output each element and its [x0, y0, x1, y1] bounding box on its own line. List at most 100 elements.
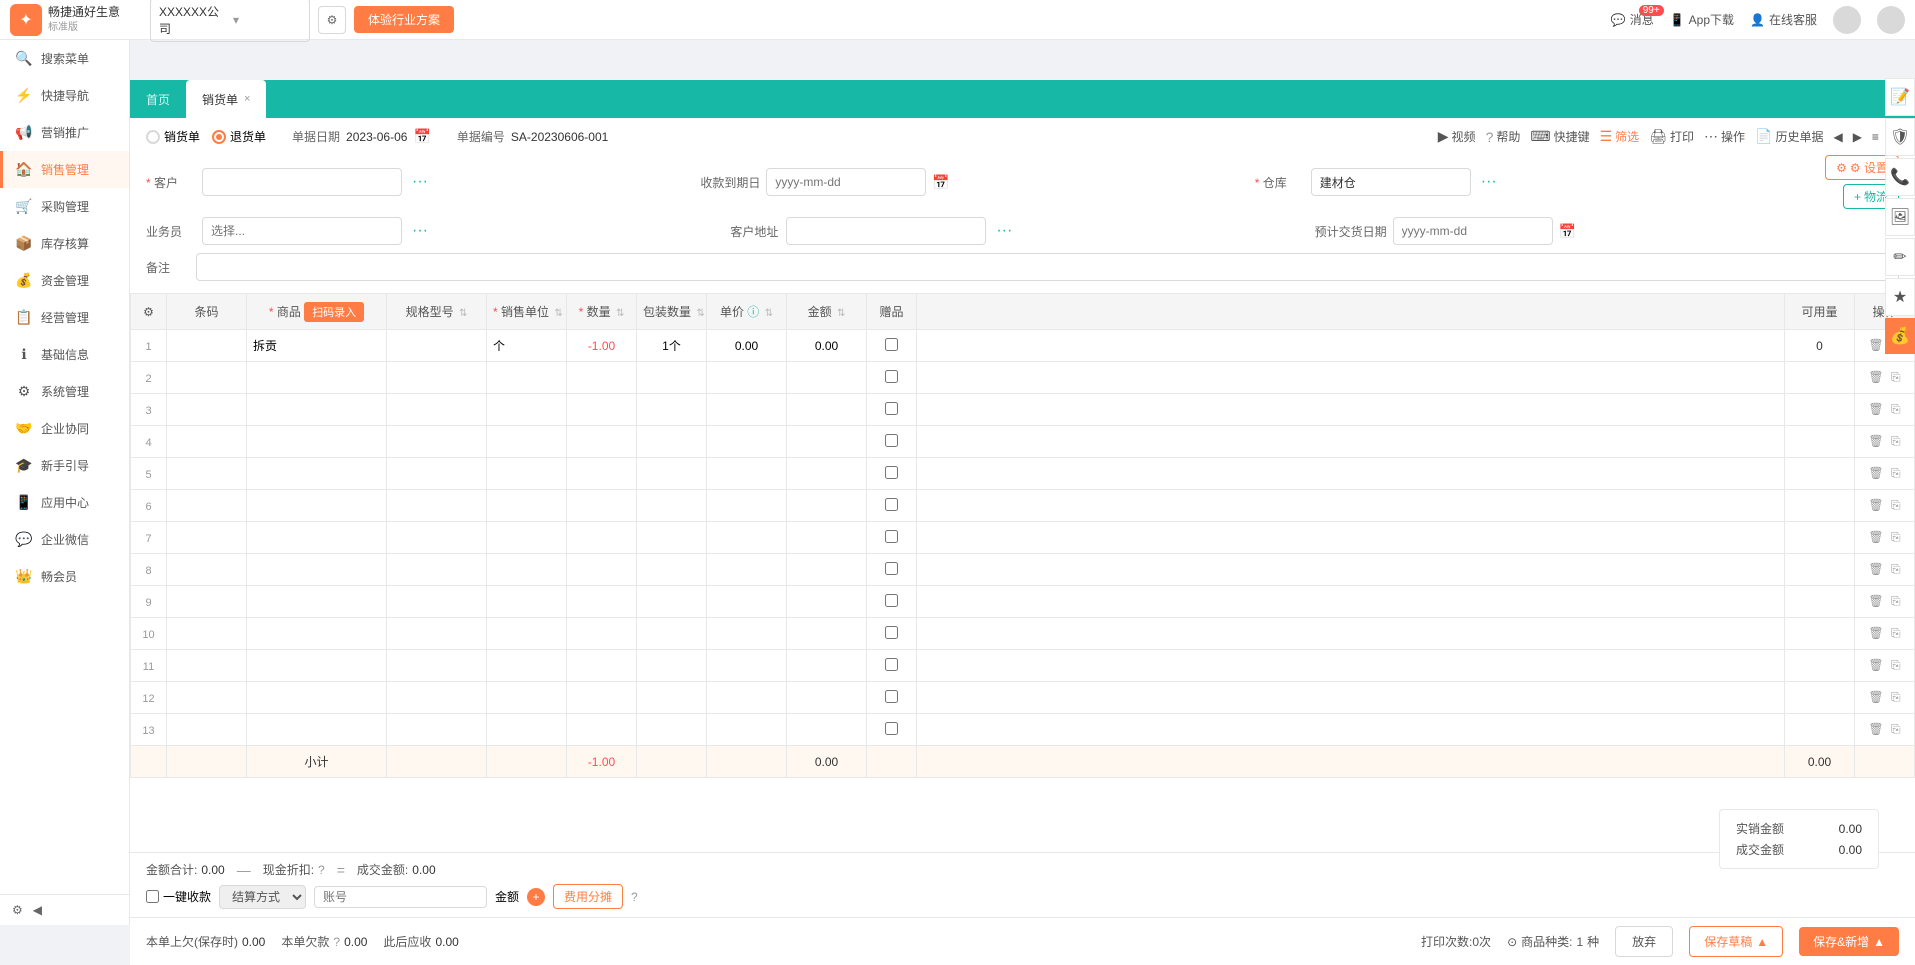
row-amount[interactable] — [787, 490, 867, 522]
sidebar-item-guide[interactable]: 🎓 新手引导 — [0, 447, 129, 484]
row-product[interactable] — [247, 362, 387, 394]
row-product[interactable] — [247, 650, 387, 682]
row-product[interactable] — [247, 682, 387, 714]
row-barcode[interactable] — [167, 458, 247, 490]
row-unit[interactable] — [487, 362, 567, 394]
sidebar-item-member[interactable]: 👑 畅会员 — [0, 558, 129, 595]
row-qty[interactable] — [567, 330, 637, 362]
row-remark[interactable] — [917, 394, 1785, 426]
row-spec[interactable] — [387, 458, 487, 490]
sidebar-item-search[interactable]: 🔍 搜索菜单 — [0, 40, 129, 77]
sidebar-item-sales[interactable]: 🏠 销售管理 — [0, 151, 129, 188]
row-pkgqty[interactable] — [637, 650, 707, 682]
payment-due-calendar-icon[interactable]: 📅 — [932, 174, 949, 191]
sidebar-item-system[interactable]: ⚙ 系统管理 — [0, 373, 129, 410]
row-pkgqty[interactable] — [637, 426, 707, 458]
row-amount[interactable] — [787, 650, 867, 682]
delivery-calendar-icon[interactable]: 📅 — [1559, 223, 1576, 240]
delete-row-icon[interactable]: 🗑 — [1868, 626, 1883, 640]
row-unit[interactable] — [487, 586, 567, 618]
row-gift[interactable] — [867, 362, 917, 394]
row-remark[interactable] — [917, 426, 1785, 458]
row-gift[interactable] — [867, 650, 917, 682]
delete-row-icon[interactable]: 🗑 — [1868, 466, 1883, 480]
customer-input[interactable] — [202, 168, 402, 196]
copy-row-icon[interactable]: ⎘ — [1891, 530, 1901, 544]
salesperson-input[interactable] — [202, 217, 402, 245]
row-qty[interactable] — [567, 522, 637, 554]
row-barcode[interactable] — [167, 362, 247, 394]
row-amount[interactable] — [787, 362, 867, 394]
row-unit[interactable] — [487, 426, 567, 458]
row-gift[interactable] — [867, 490, 917, 522]
row-amount[interactable] — [787, 682, 867, 714]
row-gift[interactable] — [867, 426, 917, 458]
row-barcode[interactable] — [167, 394, 247, 426]
history-btn[interactable]: 📄 历史单据 — [1755, 128, 1823, 145]
cash-discount-help-icon[interactable]: ? — [318, 863, 325, 877]
company-selector[interactable]: XXXXXX公司 ▾ — [150, 0, 310, 42]
right-panel-note-btn[interactable]: 📝 — [1885, 78, 1915, 116]
row-unit[interactable] — [487, 458, 567, 490]
row-spec[interactable] — [387, 714, 487, 746]
company-settings-btn[interactable]: ⚙ — [318, 6, 346, 34]
sidebar-item-apps[interactable]: 📱 应用中心 — [0, 484, 129, 521]
delete-row-icon[interactable]: 🗑 — [1868, 402, 1883, 416]
help-btn[interactable]: ? 帮助 — [1486, 128, 1521, 145]
row-barcode[interactable] — [167, 586, 247, 618]
row-qty[interactable] — [567, 362, 637, 394]
copy-row-icon[interactable]: ⎘ — [1891, 594, 1901, 608]
sidebar-item-inventory[interactable]: 📦 库存核算 — [0, 225, 129, 262]
scan-btn[interactable]: 扫码录入 — [304, 302, 364, 322]
row-spec[interactable] — [387, 330, 487, 362]
row-product[interactable] — [247, 490, 387, 522]
row-qty[interactable] — [567, 714, 637, 746]
user-avatar-2[interactable] — [1877, 6, 1905, 34]
expense-split-btn[interactable]: 费用分摊 — [553, 884, 623, 909]
copy-row-icon[interactable]: ⎘ — [1891, 562, 1901, 576]
online-service-btn[interactable]: 👤 在线客服 — [1750, 11, 1817, 28]
copy-row-icon[interactable]: ⎘ — [1891, 626, 1901, 640]
expected-delivery-input[interactable] — [1393, 217, 1553, 245]
row-spec[interactable] — [387, 490, 487, 522]
row-barcode[interactable] — [167, 618, 247, 650]
discard-btn[interactable]: 放弃 — [1615, 926, 1673, 957]
one-click-pay-checkbox[interactable]: 一键收款 — [146, 888, 211, 905]
payment-method-select[interactable]: 结算方式 — [219, 885, 306, 909]
right-panel-shield-btn[interactable]: 🛡 — [1885, 118, 1915, 156]
row-barcode[interactable] — [167, 714, 247, 746]
save-new-btn[interactable]: 保存&新增 ▲ — [1799, 927, 1899, 956]
customer-addr-input[interactable] — [786, 217, 986, 245]
row-spec[interactable] — [387, 586, 487, 618]
row-unit[interactable] — [487, 618, 567, 650]
date-calendar-icon[interactable]: 📅 — [413, 128, 430, 145]
row-pkgqty[interactable] — [637, 522, 707, 554]
sidebar-item-wechat[interactable]: 💬 企业微信 — [0, 521, 129, 558]
row-gift[interactable] — [867, 714, 917, 746]
row-remark[interactable] — [917, 714, 1785, 746]
row-qty[interactable] — [567, 426, 637, 458]
shortcut-btn[interactable]: ⌨ 快捷键 — [1530, 128, 1589, 145]
row-pkgqty[interactable] — [637, 330, 707, 362]
row-qty[interactable] — [567, 554, 637, 586]
message-btn[interactable]: 💬 消息 99+ — [1611, 11, 1654, 28]
tab-sales-order[interactable]: 销货单 × — [186, 80, 266, 118]
customer-dots[interactable]: ··· — [412, 173, 428, 191]
sidebar-item-operations[interactable]: 📋 经营管理 — [0, 299, 129, 336]
nav-prev-btn[interactable]: ◀ — [1833, 130, 1842, 144]
row-spec[interactable] — [387, 426, 487, 458]
sidebar-item-quick-nav[interactable]: ⚡ 快捷导航 — [0, 77, 129, 114]
row-barcode[interactable] — [167, 682, 247, 714]
row-spec[interactable] — [387, 362, 487, 394]
app-download-btn[interactable]: 📱 App下载 — [1670, 11, 1734, 28]
row-product[interactable] — [247, 586, 387, 618]
row-unit[interactable] — [487, 650, 567, 682]
row-qty[interactable] — [567, 394, 637, 426]
nav-next-btn[interactable]: ▶ — [1853, 130, 1862, 144]
row-barcode[interactable] — [167, 554, 247, 586]
row-unit[interactable] — [487, 330, 567, 362]
row-spec[interactable] — [387, 682, 487, 714]
copy-row-icon[interactable]: ⎘ — [1891, 402, 1901, 416]
row-barcode[interactable] — [167, 650, 247, 682]
row-price[interactable] — [707, 714, 787, 746]
